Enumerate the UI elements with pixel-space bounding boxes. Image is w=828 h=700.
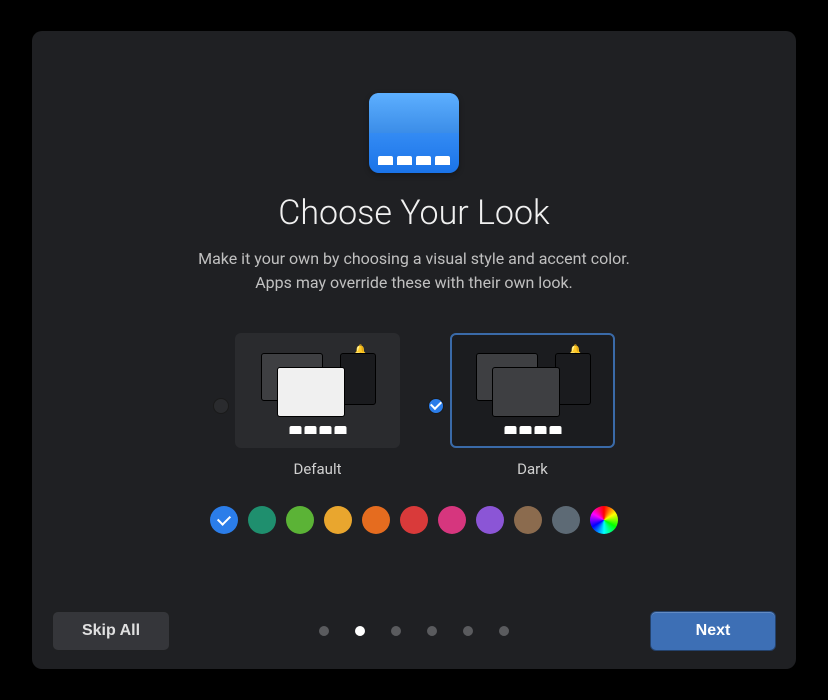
radio-dark[interactable]: [428, 398, 444, 414]
next-button[interactable]: Next: [650, 611, 776, 651]
theme-card-dark[interactable]: 🔔: [450, 333, 615, 448]
page-subtitle: Make it your own by choosing a visual st…: [198, 247, 630, 295]
pager-dot[interactable]: [463, 626, 473, 636]
appearance-icon: [369, 93, 459, 173]
accent-green[interactable]: [286, 506, 314, 534]
theme-option-dark[interactable]: 🔔 Dark: [428, 333, 615, 478]
accent-rainbow[interactable]: [590, 506, 618, 534]
theme-label-dark: Dark: [517, 460, 548, 478]
accent-yellow[interactable]: [324, 506, 352, 534]
accent-blue[interactable]: [210, 506, 238, 534]
page-title: Choose Your Look: [278, 193, 549, 233]
accent-red[interactable]: [400, 506, 428, 534]
theme-options: 🔔 Default 🔔: [213, 333, 615, 478]
pager-dot[interactable]: [319, 626, 329, 636]
pager-dot[interactable]: [427, 626, 437, 636]
accent-purple[interactable]: [476, 506, 504, 534]
onboarding-window: Choose Your Look Make it your own by cho…: [32, 31, 796, 669]
pager-dot[interactable]: [499, 626, 509, 636]
theme-label-default: Default: [294, 460, 342, 478]
accent-pink[interactable]: [438, 506, 466, 534]
theme-option-default[interactable]: 🔔 Default: [213, 333, 400, 478]
accent-orange[interactable]: [362, 506, 390, 534]
accent-brown[interactable]: [514, 506, 542, 534]
accent-teal[interactable]: [248, 506, 276, 534]
footer: Skip All Next: [52, 611, 776, 651]
pager-dot[interactable]: [355, 626, 365, 636]
skip-all-button[interactable]: Skip All: [52, 611, 170, 651]
radio-default[interactable]: [213, 398, 229, 414]
theme-card-default[interactable]: 🔔: [235, 333, 400, 448]
accent-color-row: [210, 506, 618, 534]
accent-slate[interactable]: [552, 506, 580, 534]
page-indicator: [319, 626, 509, 636]
pager-dot[interactable]: [391, 626, 401, 636]
